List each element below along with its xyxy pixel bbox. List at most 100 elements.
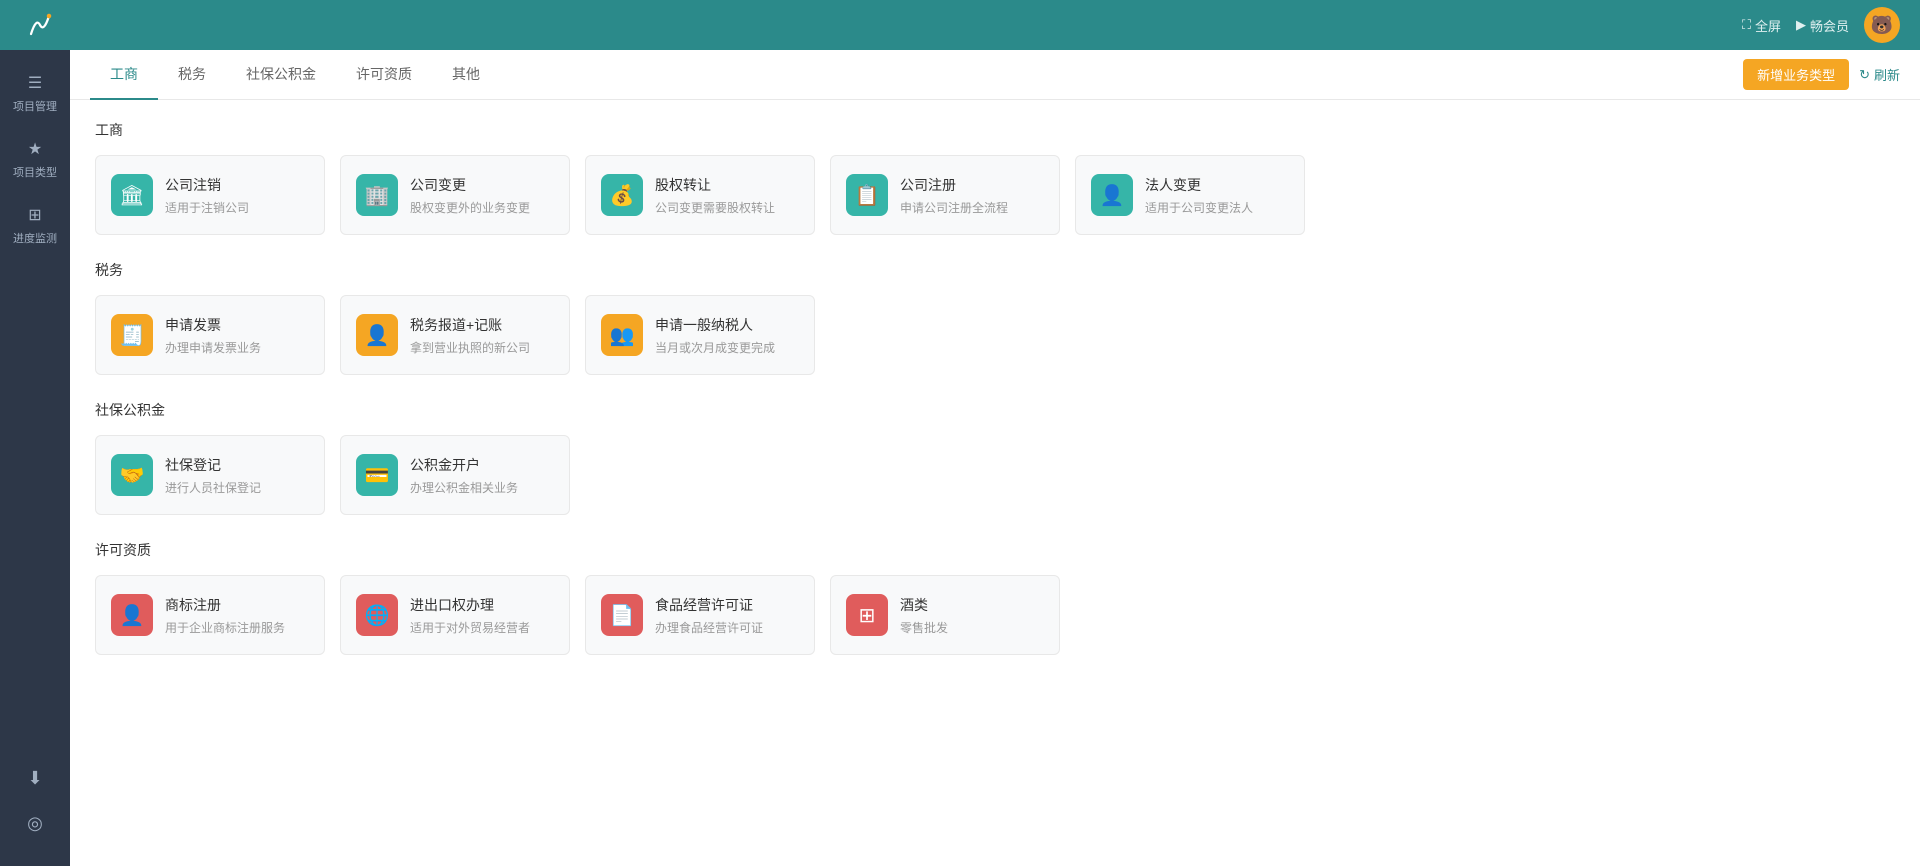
card-icon-1-0: 🧾 — [111, 314, 153, 356]
card-info-2-1: 公积金开户办理公积金相关业务 — [410, 455, 518, 496]
card-desc-0-0: 适用于注销公司 — [165, 199, 249, 216]
service-card-3-1[interactable]: 🌐 进出口权办理适用于对外贸易经营者 — [340, 575, 570, 655]
card-desc-3-0: 用于企业商标注册服务 — [165, 619, 285, 636]
sidebar-item-project-type[interactable]: ★ 项目类型 — [0, 126, 70, 192]
card-desc-0-4: 适用于公司变更法人 — [1145, 199, 1253, 216]
refresh-icon: ↻ — [1859, 67, 1870, 83]
content-area: 工商 税务 社保公积金 许可资质 其他 新增业务类型 ↻ 刷新 工商🏛公司注销适… — [70, 50, 1920, 866]
card-info-0-0: 公司注销适用于注销公司 — [165, 175, 249, 216]
card-desc-3-3: 零售批发 — [900, 619, 948, 636]
sidebar-download-btn[interactable]: ⬇ — [22, 756, 48, 801]
card-icon-3-0: 👤 — [111, 594, 153, 636]
card-desc-0-3: 申请公司注册全流程 — [900, 199, 1008, 216]
tab-shuiwu[interactable]: 税务 — [158, 50, 226, 100]
card-icon-0-1: 🏢 — [356, 174, 398, 216]
card-icon-3-3: ⊞ — [846, 594, 888, 636]
card-title-2-1: 公积金开户 — [410, 455, 518, 475]
cards-grid-0: 🏛 公司注销适用于注销公司 🏢 公司变更股权变更外的业务变更 💰 股权转让公司变更需要股权… — [95, 155, 1895, 235]
sidebar-settings-btn[interactable]: ◎ — [22, 801, 48, 846]
refresh-button[interactable]: ↻ 刷新 — [1859, 65, 1900, 84]
tab-other[interactable]: 其他 — [432, 50, 500, 100]
card-desc-1-2: 当月或次月成变更完成 — [655, 339, 775, 356]
sidebar-item-label: 进度监测 — [13, 230, 57, 246]
fullscreen-label: 全屏 — [1755, 16, 1781, 35]
sidebar: ☰ 项目管理 ★ 项目类型 ⊞ 进度监测 ⬇ ◎ — [0, 50, 70, 866]
tab-shebaogongjijin[interactable]: 社保公积金 — [226, 50, 336, 100]
service-card-1-1[interactable]: 👤 税务报道+记账拿到营业执照的新公司 — [340, 295, 570, 375]
fullscreen-icon: ⛶ — [1742, 17, 1751, 33]
card-title-1-1: 税务报道+记账 — [410, 315, 530, 335]
card-desc-2-0: 进行人员社保登记 — [165, 479, 261, 496]
card-info-0-3: 公司注册申请公司注册全流程 — [900, 175, 1008, 216]
card-info-1-2: 申请一般纳税人当月或次月成变更完成 — [655, 315, 775, 356]
project-type-icon: ★ — [24, 138, 46, 160]
service-card-0-1[interactable]: 🏢 公司变更股权变更外的业务变更 — [340, 155, 570, 235]
card-icon-0-3: 📋 — [846, 174, 888, 216]
card-desc-1-0: 办理申请发票业务 — [165, 339, 261, 356]
card-title-0-1: 公司变更 — [410, 175, 530, 195]
card-icon-3-2: 📄 — [601, 594, 643, 636]
vip-icon: ▶ — [1796, 17, 1806, 33]
service-card-0-3[interactable]: 📋 公司注册申请公司注册全流程 — [830, 155, 1060, 235]
refresh-label: 刷新 — [1874, 65, 1900, 84]
service-card-2-0[interactable]: 🤝 社保登记进行人员社保登记 — [95, 435, 325, 515]
nav-right: ⛶ 全屏 ▶ 畅会员 🐻 — [1742, 7, 1900, 43]
service-card-3-0[interactable]: 👤 商标注册用于企业商标注册服务 — [95, 575, 325, 655]
card-desc-0-1: 股权变更外的业务变更 — [410, 199, 530, 216]
top-navigation: ⛶ 全屏 ▶ 畅会员 🐻 — [0, 0, 1920, 50]
card-title-1-2: 申请一般纳税人 — [655, 315, 775, 335]
sidebar-item-project-mgmt[interactable]: ☰ 项目管理 — [0, 60, 70, 126]
cards-grid-2: 🤝 社保登记进行人员社保登记 💳 公积金开户办理公积金相关业务 — [95, 435, 1895, 515]
card-icon-1-1: 👤 — [356, 314, 398, 356]
tab-xukezi[interactable]: 许可资质 — [336, 50, 432, 100]
service-card-3-2[interactable]: 📄 食品经营许可证办理食品经营许可证 — [585, 575, 815, 655]
tab-actions: 新增业务类型 ↻ 刷新 — [1743, 59, 1900, 90]
card-info-0-1: 公司变更股权变更外的业务变更 — [410, 175, 530, 216]
card-icon-0-2: 💰 — [601, 174, 643, 216]
section-title-1: 税务 — [95, 260, 1895, 280]
service-card-1-2[interactable]: 👥 申请一般纳税人当月或次月成变更完成 — [585, 295, 815, 375]
vip-label: 畅会员 — [1810, 16, 1849, 35]
new-type-button[interactable]: 新增业务类型 — [1743, 59, 1849, 90]
card-info-1-1: 税务报道+记账拿到营业执照的新公司 — [410, 315, 530, 356]
sidebar-bottom: ⬇ ◎ — [22, 756, 48, 866]
service-card-1-0[interactable]: 🧾 申请发票办理申请发票业务 — [95, 295, 325, 375]
tab-gongshang[interactable]: 工商 — [90, 50, 158, 100]
service-card-2-1[interactable]: 💳 公积金开户办理公积金相关业务 — [340, 435, 570, 515]
card-title-0-3: 公司注册 — [900, 175, 1008, 195]
card-info-3-3: 酒类零售批发 — [900, 595, 948, 636]
progress-icon: ⊞ — [24, 204, 46, 226]
service-card-0-2[interactable]: 💰 股权转让公司变更需要股权转让 — [585, 155, 815, 235]
card-info-0-2: 股权转让公司变更需要股权转让 — [655, 175, 775, 216]
cards-grid-3: 👤 商标注册用于企业商标注册服务 🌐 进出口权办理适用于对外贸易经营者 📄 食品经营许可证… — [95, 575, 1895, 655]
service-card-0-4[interactable]: 👤法人变更适用于公司变更法人 — [1075, 155, 1305, 235]
card-title-3-0: 商标注册 — [165, 595, 285, 615]
card-icon-2-0: 🤝 — [111, 454, 153, 496]
section-title-2: 社保公积金 — [95, 400, 1895, 420]
logo — [20, 5, 60, 45]
sidebar-item-label: 项目类型 — [13, 164, 57, 180]
section-title-3: 许可资质 — [95, 540, 1895, 560]
card-info-3-1: 进出口权办理适用于对外贸易经营者 — [410, 595, 530, 636]
card-title-0-0: 公司注销 — [165, 175, 249, 195]
service-card-3-3[interactable]: ⊞ 酒类零售批发 — [830, 575, 1060, 655]
card-icon-3-1: 🌐 — [356, 594, 398, 636]
card-icon-0-0: 🏛 — [111, 174, 153, 216]
card-info-3-0: 商标注册用于企业商标注册服务 — [165, 595, 285, 636]
service-card-0-0[interactable]: 🏛 公司注销适用于注销公司 — [95, 155, 325, 235]
card-title-3-1: 进出口权办理 — [410, 595, 530, 615]
sidebar-item-progress[interactable]: ⊞ 进度监测 — [0, 192, 70, 258]
card-icon-2-1: 💳 — [356, 454, 398, 496]
vip-btn[interactable]: ▶ 畅会员 — [1796, 16, 1849, 35]
card-desc-1-1: 拿到营业执照的新公司 — [410, 339, 530, 356]
cards-grid-1: 🧾 申请发票办理申请发票业务 👤 税务报道+记账拿到营业执照的新公司 👥 申请一般纳税人当… — [95, 295, 1895, 375]
fullscreen-btn[interactable]: ⛶ 全屏 — [1742, 16, 1781, 35]
card-title-2-0: 社保登记 — [165, 455, 261, 475]
card-info-1-0: 申请发票办理申请发票业务 — [165, 315, 261, 356]
card-icon-1-2: 👥 — [601, 314, 643, 356]
card-info-2-0: 社保登记进行人员社保登记 — [165, 455, 261, 496]
card-info-3-2: 食品经营许可证办理食品经营许可证 — [655, 595, 763, 636]
card-desc-2-1: 办理公积金相关业务 — [410, 479, 518, 496]
main-content: 工商🏛公司注销适用于注销公司🏢公司变更股权变更外的业务变更💰股权转让公司变更需要… — [70, 100, 1920, 866]
avatar[interactable]: 🐻 — [1864, 7, 1900, 43]
